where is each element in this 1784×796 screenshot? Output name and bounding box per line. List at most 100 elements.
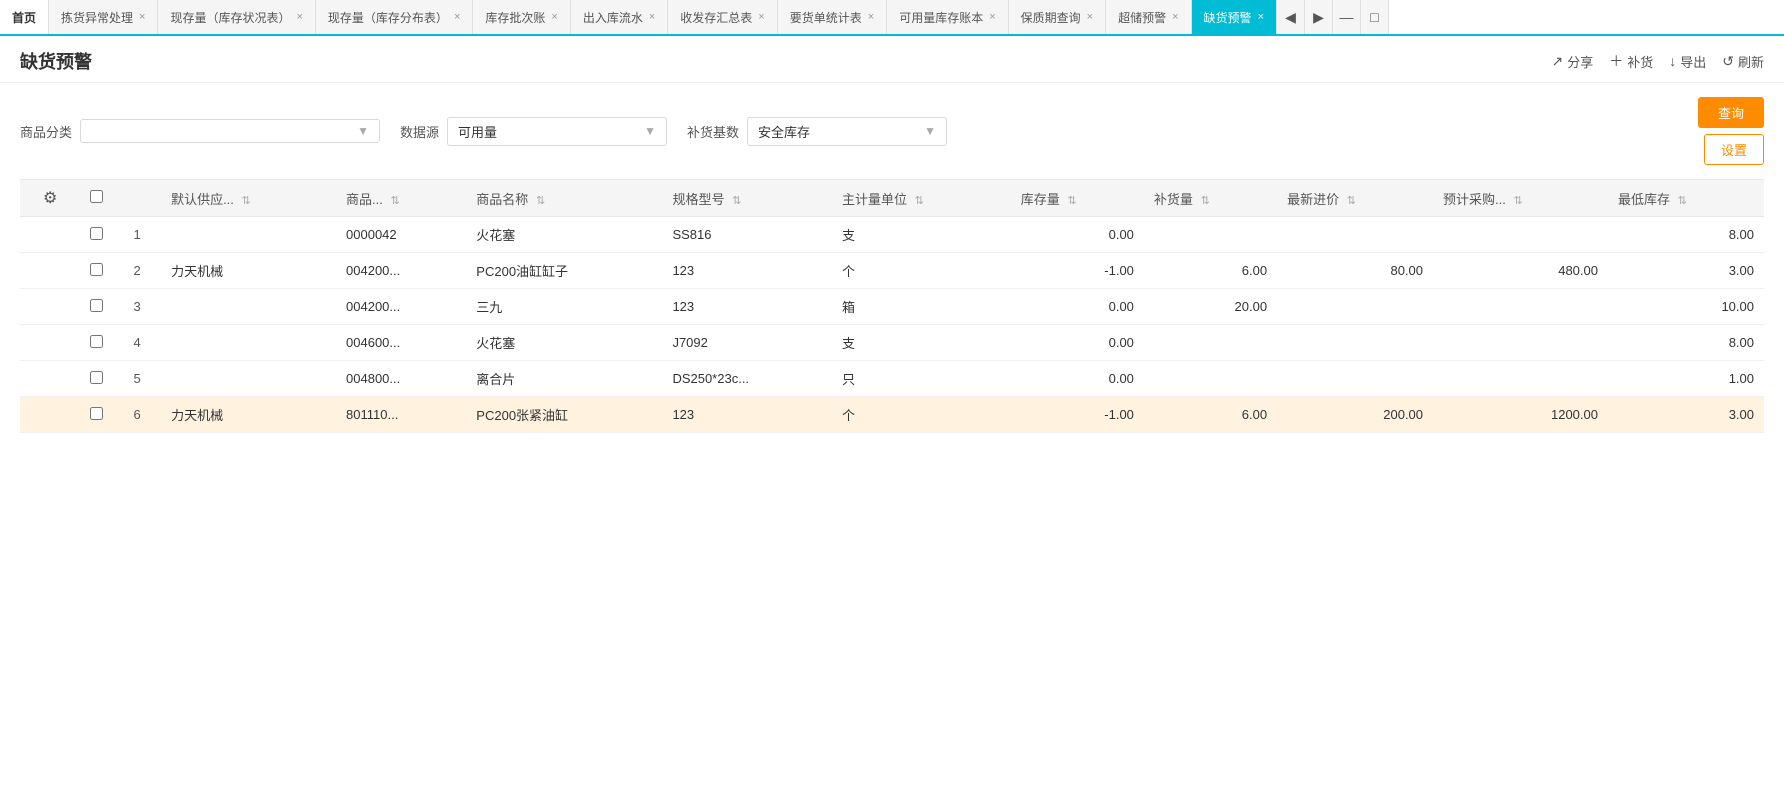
- query-button[interactable]: 查询: [1698, 97, 1764, 128]
- col-latest-price[interactable]: 最新进价 ⇅: [1277, 180, 1433, 217]
- col-name[interactable]: 商品名称 ⇅: [466, 180, 662, 217]
- row-unit: 箱: [832, 289, 1011, 325]
- col-stock[interactable]: 库存量 ⇅: [1011, 180, 1144, 217]
- col-supplier[interactable]: 默认供应... ⇅: [161, 180, 336, 217]
- row-latest-price: [1277, 361, 1433, 397]
- row-code: 004800...: [336, 361, 466, 397]
- tab-next-btn[interactable]: ▶: [1305, 0, 1333, 35]
- row-code: 004600...: [336, 325, 466, 361]
- tab-maximize-btn[interactable]: □: [1361, 0, 1389, 35]
- refresh-button[interactable]: ↺ 刷新: [1722, 52, 1764, 71]
- filter-bar: 商品分类 ▼ 数据源 可用量 ▼ 补货基数 安全库存 ▼ 查询 设置: [0, 83, 1784, 179]
- category-select[interactable]: ▼: [80, 119, 380, 143]
- tab-available-ledger[interactable]: 可用量库存账本 ×: [887, 0, 1008, 35]
- row-code: 801110...: [336, 397, 466, 433]
- col-unit-label: 主计量单位: [842, 192, 907, 207]
- row-min-stock: 8.00: [1608, 217, 1764, 253]
- row-replenish: [1144, 361, 1277, 397]
- tab-shortage-close[interactable]: ×: [1258, 11, 1264, 23]
- col-est-purchase[interactable]: 预计采购... ⇅: [1433, 180, 1608, 217]
- replenish-icon: ＋: [1609, 51, 1623, 71]
- row-supplier: [161, 289, 336, 325]
- tab-available-ledger-close[interactable]: ×: [989, 11, 995, 23]
- tab-inventory-status-close[interactable]: ×: [296, 11, 302, 23]
- row-checkbox[interactable]: [90, 407, 103, 420]
- row-latest-price: [1277, 217, 1433, 253]
- share-button[interactable]: ↗ 分享: [1551, 52, 1593, 71]
- tab-receive-summary-close[interactable]: ×: [758, 11, 764, 23]
- row-stock: 0.00: [1011, 361, 1144, 397]
- tab-expiry-query[interactable]: 保质期查询 ×: [1009, 0, 1106, 35]
- tab-overstock-close[interactable]: ×: [1172, 11, 1178, 23]
- row-checkbox-cell[interactable]: [80, 253, 113, 289]
- tab-inout-flow-close[interactable]: ×: [649, 11, 655, 23]
- row-checkbox-cell[interactable]: [80, 397, 113, 433]
- data-source-label: 数据源: [400, 122, 439, 141]
- tab-shortage[interactable]: 缺货预警 ×: [1192, 0, 1277, 35]
- select-all-checkbox[interactable]: [90, 190, 103, 203]
- tab-exception-close[interactable]: ×: [139, 11, 145, 23]
- row-checkbox[interactable]: [90, 227, 103, 240]
- tab-order-stats-close[interactable]: ×: [868, 11, 874, 23]
- row-est-purchase: 1200.00: [1433, 397, 1608, 433]
- table-row: 6 力天机械 801110... PC200张紧油缸 123 个 -1.00 6…: [20, 397, 1764, 433]
- tab-receive-summary[interactable]: 收发存汇总表 ×: [668, 0, 777, 35]
- row-checkbox-cell[interactable]: [80, 361, 113, 397]
- row-stock: -1.00: [1011, 397, 1144, 433]
- tab-home-label: 首页: [12, 9, 36, 26]
- gear-icon[interactable]: ⚙: [43, 190, 57, 207]
- tab-expiry-query-close[interactable]: ×: [1087, 11, 1093, 23]
- tab-inventory-status[interactable]: 现存量（库存状况表） ×: [158, 0, 315, 35]
- row-checkbox-cell[interactable]: [80, 325, 113, 361]
- row-min-stock: 3.00: [1608, 253, 1764, 289]
- category-label: 商品分类: [20, 122, 72, 141]
- row-name: PC200油缸缸子: [466, 253, 662, 289]
- col-spec[interactable]: 规格型号 ⇅: [662, 180, 832, 217]
- row-checkbox[interactable]: [90, 263, 103, 276]
- col-gear[interactable]: ⚙: [20, 180, 80, 217]
- row-latest-price: 80.00: [1277, 253, 1433, 289]
- row-gear-cell: [20, 361, 80, 397]
- tab-inout-flow[interactable]: 出入库流水 ×: [571, 0, 668, 35]
- col-min-stock[interactable]: 最低库存 ⇅: [1608, 180, 1764, 217]
- row-stock: 0.00: [1011, 325, 1144, 361]
- col-code[interactable]: 商品... ⇅: [336, 180, 466, 217]
- row-checkbox-cell[interactable]: [80, 217, 113, 253]
- row-gear-cell: [20, 325, 80, 361]
- col-unit[interactable]: 主计量单位 ⇅: [832, 180, 1011, 217]
- tab-batch-account-close[interactable]: ×: [551, 11, 557, 23]
- export-button[interactable]: ↓ 导出: [1669, 52, 1706, 71]
- tab-inventory-dist-close[interactable]: ×: [454, 11, 460, 23]
- tab-home[interactable]: 首页: [0, 0, 49, 35]
- replenish-button[interactable]: ＋ 补货: [1609, 51, 1653, 71]
- settings-button[interactable]: 设置: [1704, 134, 1764, 165]
- table-header-row: ⚙ 默认供应... ⇅ 商品... ⇅ 商品名称: [20, 180, 1764, 217]
- tab-order-stats[interactable]: 要货单统计表 ×: [778, 0, 887, 35]
- row-number: 3: [113, 289, 161, 325]
- row-supplier: [161, 361, 336, 397]
- row-est-purchase: [1433, 361, 1608, 397]
- row-checkbox[interactable]: [90, 299, 103, 312]
- tab-overstock[interactable]: 超储预警 ×: [1106, 0, 1191, 35]
- replenish-basis-select[interactable]: 安全库存 ▼: [747, 117, 947, 146]
- data-source-select[interactable]: 可用量 ▼: [447, 117, 667, 146]
- replenish-basis-dropdown-icon: ▼: [924, 124, 936, 138]
- row-stock: -1.00: [1011, 253, 1144, 289]
- tab-prev-btn[interactable]: ◀: [1277, 0, 1305, 35]
- tab-receive-summary-label: 收发存汇总表: [680, 9, 752, 26]
- tab-inventory-dist[interactable]: 现存量（库存分布表） ×: [316, 0, 473, 35]
- row-est-purchase: [1433, 325, 1608, 361]
- row-name: 三九: [466, 289, 662, 325]
- share-icon: ↗: [1551, 53, 1563, 70]
- table-row: 2 力天机械 004200... PC200油缸缸子 123 个 -1.00 6…: [20, 253, 1764, 289]
- tab-batch-account[interactable]: 库存批次账 ×: [473, 0, 570, 35]
- row-min-stock: 1.00: [1608, 361, 1764, 397]
- col-replenish[interactable]: 补货量 ⇅: [1144, 180, 1277, 217]
- row-checkbox[interactable]: [90, 335, 103, 348]
- tab-minimize-btn[interactable]: —: [1333, 0, 1361, 35]
- row-checkbox-cell[interactable]: [80, 289, 113, 325]
- row-checkbox[interactable]: [90, 371, 103, 384]
- row-min-stock: 10.00: [1608, 289, 1764, 325]
- tab-exception[interactable]: 拣货异常处理 ×: [49, 0, 158, 35]
- row-name: 离合片: [466, 361, 662, 397]
